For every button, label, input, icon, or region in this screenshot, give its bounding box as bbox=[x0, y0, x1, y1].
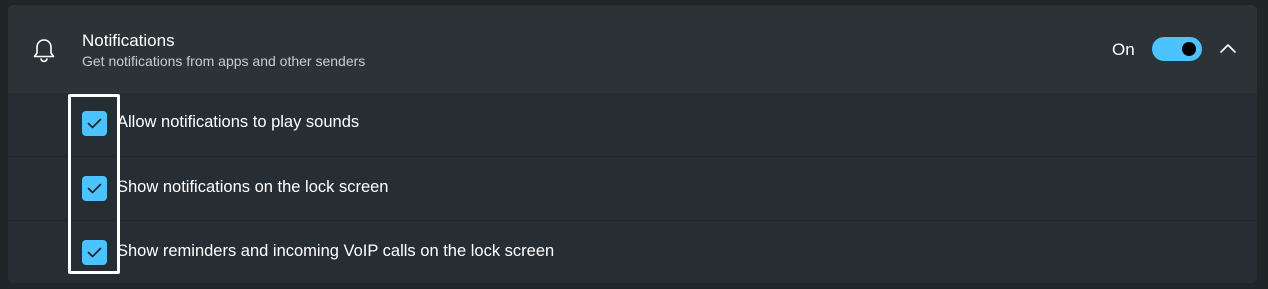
bell-icon bbox=[30, 36, 58, 64]
notifications-toggle[interactable] bbox=[1152, 37, 1202, 61]
chevron-up-icon[interactable] bbox=[1214, 37, 1242, 61]
lock-screen-checkbox[interactable] bbox=[82, 176, 107, 201]
option-row-voip-reminders: Show reminders and incoming VoIP calls o… bbox=[8, 220, 1257, 283]
notifications-header[interactable]: Notifications Get notifications from app… bbox=[8, 5, 1257, 93]
play-sounds-label: Allow notifications to play sounds bbox=[117, 113, 360, 131]
voip-reminders-checkbox[interactable] bbox=[82, 240, 107, 265]
checkmark-icon bbox=[87, 247, 102, 258]
notifications-settings-panel: Notifications Get notifications from app… bbox=[8, 5, 1257, 283]
checkmark-icon bbox=[87, 183, 102, 194]
toggle-state-label: On bbox=[1112, 40, 1135, 59]
option-row-lock-screen: Show notifications on the lock screen bbox=[8, 156, 1257, 219]
voip-reminders-label: Show reminders and incoming VoIP calls o… bbox=[117, 242, 555, 260]
lock-screen-label: Show notifications on the lock screen bbox=[117, 178, 389, 196]
toggle-knob bbox=[1182, 42, 1196, 56]
play-sounds-checkbox[interactable] bbox=[82, 111, 107, 136]
notifications-title: Notifications bbox=[82, 31, 175, 50]
option-row-play-sounds: Allow notifications to play sounds bbox=[8, 93, 1257, 156]
notifications-subtitle: Get notifications from apps and other se… bbox=[82, 53, 366, 69]
checkmark-icon bbox=[87, 118, 102, 129]
